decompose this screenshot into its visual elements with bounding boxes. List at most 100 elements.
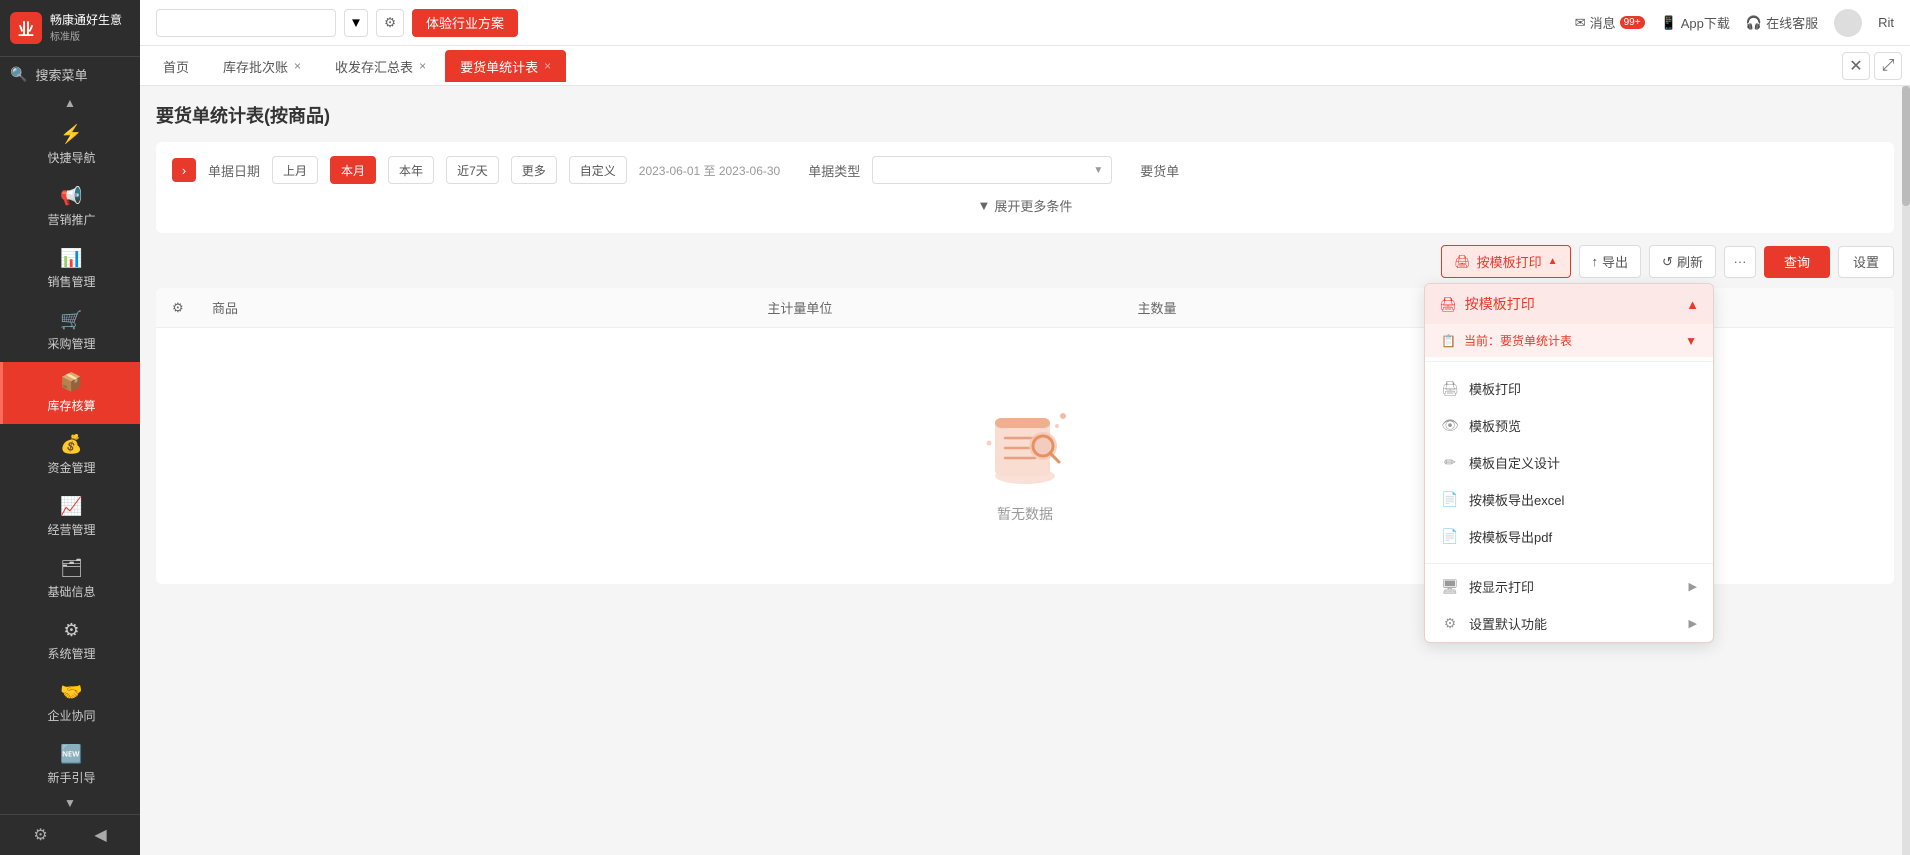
tab-order-stats-close[interactable]: × <box>544 59 551 73</box>
printer-header-icon: 🖨 <box>1439 296 1457 313</box>
filter-toggle-btn[interactable]: › <box>172 158 196 182</box>
dropdown-item-default-func[interactable]: ⚙ 设置默认功能 ▶ <box>1425 605 1713 642</box>
template-preview-label: 模板预览 <box>1469 416 1521 435</box>
template-print-label: 模板打印 <box>1469 379 1521 398</box>
sidebar-item-marketing[interactable]: 📢 营销推广 <box>0 176 140 238</box>
sidebar-item-label: 营销推广 <box>47 211 95 228</box>
guide-icon: 🆕 <box>60 744 82 765</box>
finance-icon: 💰 <box>60 434 82 455</box>
refresh-label: 刷新 <box>1677 252 1703 271</box>
col-checkbox: ⚙ <box>172 300 212 316</box>
app-logo: 业 畅康通好生意 标准版 <box>0 0 140 57</box>
sidebar: 业 畅康通好生意 标准版 🔍 搜索菜单 ▲ ⚡ 快捷导航 📢 营销推广 📊 销售… <box>0 0 140 855</box>
right-scrollbar[interactable] <box>1902 86 1910 855</box>
sidebar-item-sales[interactable]: 📊 销售管理 <box>0 238 140 300</box>
print-template-btn[interactable]: 🖨 按模板打印 ▲ <box>1441 245 1570 278</box>
sidebar-item-purchase[interactable]: 🛒 采购管理 <box>0 300 140 362</box>
sidebar-item-operation[interactable]: 📈 经营管理 <box>0 486 140 548</box>
date-btn-7days[interactable]: 近7天 <box>446 156 499 184</box>
search-icon: 🔍 <box>10 66 27 83</box>
app-download-btn[interactable]: 📱 App下载 <box>1661 13 1730 32</box>
current-template-icon: 📋 <box>1441 334 1456 348</box>
dropdown-item-template-print[interactable]: 🖨 模板打印 <box>1425 370 1713 407</box>
tab-order-stats-label: 要货单统计表 <box>460 57 538 76</box>
tab-home-label: 首页 <box>163 57 189 76</box>
expand-more-btn[interactable]: ▼ 展开更多条件 <box>966 192 1085 219</box>
tab-order-stats[interactable]: 要货单统计表 × <box>445 50 566 82</box>
tab-receipt-summary[interactable]: 收发存汇总表 × <box>320 50 441 82</box>
sales-icon: 📊 <box>60 248 82 269</box>
topbar: ▼ ⚙ 体验行业方案 ✉ 消息 99+ 📱 App下载 🎧 在线客服 Rit <box>140 0 1910 46</box>
dropdown-item-template-preview[interactable]: 👁 模板预览 <box>1425 407 1713 444</box>
query-btn[interactable]: 查询 <box>1764 246 1830 278</box>
logo-icon: 业 <box>10 12 42 44</box>
expand-icon: › <box>182 163 186 178</box>
date-range-text: 2023-06-01 至 2023-06-30 <box>639 162 780 179</box>
tab-batch-account[interactable]: 库存批次账 × <box>208 50 316 82</box>
type-filter-select[interactable]: ▼ <box>872 156 1112 184</box>
sidebar-item-finance[interactable]: 💰 资金管理 <box>0 424 140 486</box>
print-template-label: 按模板打印 <box>1477 252 1542 271</box>
export-excel-label: 按模板导出excel <box>1469 490 1564 509</box>
sidebar-item-guide[interactable]: 🆕 新手引导 <box>0 734 140 792</box>
more-btn[interactable]: ··· <box>1724 246 1756 278</box>
dropdown-item-export-pdf[interactable]: 📄 按模板导出pdf <box>1425 518 1713 555</box>
topbar-settings-btn[interactable]: ⚙ <box>376 9 404 37</box>
empty-illustration <box>975 388 1075 488</box>
preview-icon: 👁 <box>1441 417 1459 434</box>
sidebar-item-inventory[interactable]: 📦 库存核算 <box>0 362 140 424</box>
sidebar-item-basic[interactable]: 🗂 基础信息 <box>0 548 140 610</box>
current-template-arrow: ▼ <box>1685 334 1697 348</box>
filter-row-date: › 单据日期 上月 本月 本年 近7天 更多 自定义 2023-06-01 至 … <box>172 156 1878 184</box>
tab-batch-account-close[interactable]: × <box>294 59 301 73</box>
online-service-btn[interactable]: 🎧 在线客服 <box>1746 13 1818 32</box>
message-icon: ✉ <box>1575 15 1586 31</box>
tab-close-all-btn[interactable]: ✕ <box>1842 52 1870 80</box>
chevron-right-icon2: ▶ <box>1689 617 1697 630</box>
scrollbar-thumb[interactable] <box>1902 86 1910 206</box>
user-avatar[interactable] <box>1834 9 1862 37</box>
export-btn[interactable]: ↑ 导出 <box>1579 245 1642 278</box>
print-icon: 🖨 <box>1441 380 1459 397</box>
topbar-search-input[interactable] <box>156 9 336 37</box>
current-template-label: 当前：要货单统计表 <box>1464 332 1572 349</box>
tab-fullscreen-btn[interactable]: ⤢ <box>1874 52 1902 80</box>
tab-receipt-summary-close[interactable]: × <box>419 59 426 73</box>
sidebar-item-quick-nav[interactable]: ⚡ 快捷导航 <box>0 114 140 176</box>
dropdown-item-template-custom[interactable]: ✏ 模板自定义设计 <box>1425 444 1713 481</box>
main-content: 要货单统计表(按商品) › 单据日期 上月 本月 本年 近7天 更多 自定义 2… <box>140 86 1910 855</box>
tab-batch-account-label: 库存批次账 <box>223 57 288 76</box>
settings-footer-btn[interactable]: ⚙ <box>33 825 47 845</box>
sidebar-item-system[interactable]: ⚙ 系统管理 <box>0 610 140 672</box>
date-btn-this-month[interactable]: 本月 <box>330 156 376 184</box>
date-btn-last-month[interactable]: 上月 <box>272 156 318 184</box>
date-btn-this-year[interactable]: 本年 <box>388 156 434 184</box>
sidebar-search[interactable]: 🔍 搜索菜单 <box>0 57 140 92</box>
gear-icon: ⚙ <box>384 15 396 31</box>
dropdown-item-display-print[interactable]: 🖥 按显示打印 ▶ <box>1425 568 1713 605</box>
sidebar-item-collab[interactable]: 🤝 企业协同 <box>0 672 140 734</box>
scroll-up-btn[interactable]: ▲ <box>0 92 140 114</box>
message-btn[interactable]: ✉ 消息 99+ <box>1575 13 1645 32</box>
settings-col-icon[interactable]: ⚙ <box>172 300 184 315</box>
export-pdf-label: 按模板导出pdf <box>1469 527 1552 546</box>
date-btn-more[interactable]: 更多 <box>511 156 557 184</box>
settings-action-btn[interactable]: 设置 <box>1838 246 1894 278</box>
tab-home[interactable]: 首页 <box>148 50 204 82</box>
marketing-icon: 📢 <box>60 186 82 207</box>
collapse-footer-btn[interactable]: ◀ <box>94 825 106 845</box>
scroll-down-btn[interactable]: ▼ <box>0 792 140 814</box>
printer-icon: 🖨 <box>1454 254 1471 270</box>
topbar-dropdown-btn[interactable]: ▼ <box>344 9 368 37</box>
excel-icon: 📄 <box>1441 491 1459 508</box>
divider <box>1425 361 1713 362</box>
print-dropdown-close-btn[interactable]: ▲ <box>1686 297 1699 312</box>
industry-btn[interactable]: 体验行业方案 <box>412 9 518 37</box>
service-icon: 🎧 <box>1746 15 1762 31</box>
page: 要货单统计表(按商品) › 单据日期 上月 本月 本年 近7天 更多 自定义 2… <box>140 86 1910 855</box>
export-icon: ↑ <box>1592 254 1599 269</box>
sidebar-item-label: 系统管理 <box>47 645 95 662</box>
dropdown-item-export-excel[interactable]: 📄 按模板导出excel <box>1425 481 1713 518</box>
refresh-btn[interactable]: ↺ 刷新 <box>1649 245 1716 278</box>
date-btn-custom[interactable]: 自定义 <box>569 156 627 184</box>
